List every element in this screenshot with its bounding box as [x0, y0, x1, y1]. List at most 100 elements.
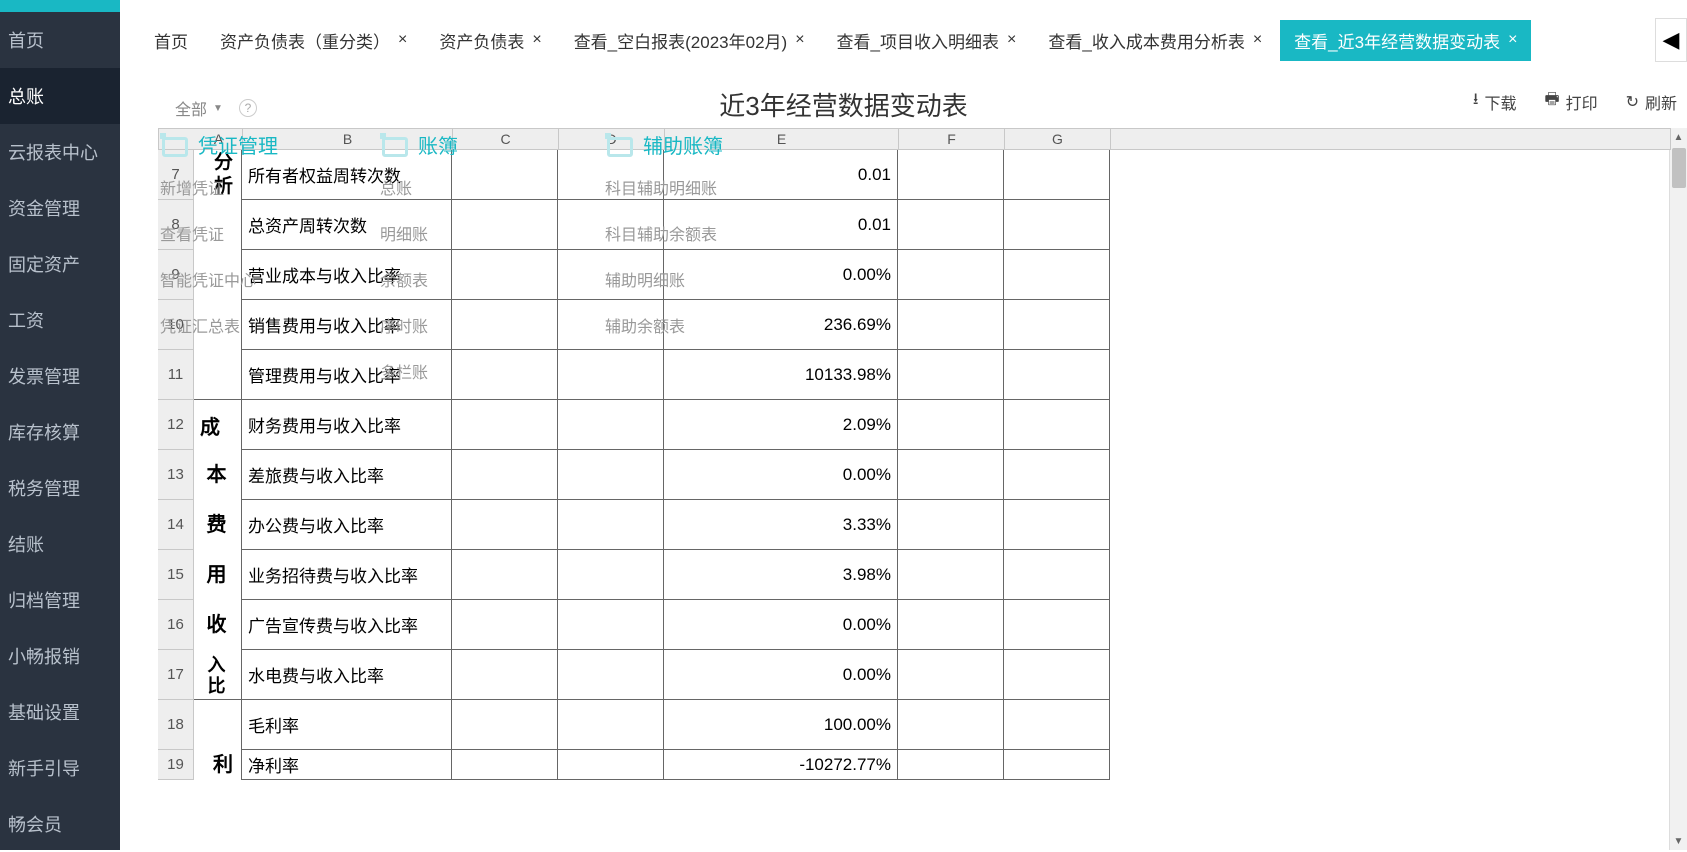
cell[interactable]: 业务招待费与收入比率 [242, 550, 452, 600]
sidebar-item[interactable]: 资金管理 [0, 180, 120, 236]
cell[interactable] [1004, 450, 1110, 500]
cell[interactable] [898, 250, 1004, 300]
refresh-button[interactable]: ↻刷新 [1626, 90, 1677, 114]
cell[interactable] [452, 700, 558, 750]
cell[interactable]: 入比 [194, 650, 242, 700]
overlay-link[interactable]: 科目辅助明细账 [605, 175, 723, 199]
row-header[interactable]: 18 [158, 700, 194, 750]
cell[interactable]: 本 [194, 450, 242, 500]
overlay-link[interactable]: 明细账 [380, 221, 458, 245]
cell[interactable]: 办公费与收入比率 [242, 500, 452, 550]
cell[interactable]: 3.33% [664, 500, 898, 550]
sidebar-item[interactable]: 新手引导 [0, 740, 120, 796]
tab[interactable]: 查看_空白报表(2023年02月)× [560, 20, 819, 61]
cell[interactable] [1004, 600, 1110, 650]
cell[interactable] [1004, 550, 1110, 600]
cell[interactable] [558, 550, 664, 600]
tab[interactable]: 首页 [140, 20, 202, 61]
cell[interactable] [1004, 700, 1110, 750]
scroll-up-icon[interactable]: ▲ [1670, 128, 1687, 146]
cell[interactable] [452, 750, 558, 780]
cell[interactable] [898, 200, 1004, 250]
col-header[interactable]: G [1005, 129, 1111, 149]
vertical-scrollbar[interactable]: ▲ ▼ [1669, 128, 1687, 850]
cell[interactable]: 100.00% [664, 700, 898, 750]
cell[interactable]: 收 [194, 600, 242, 650]
cell[interactable] [452, 650, 558, 700]
scroll-thumb[interactable] [1672, 148, 1686, 188]
print-button[interactable]: 🖶打印 [1544, 88, 1597, 115]
cell[interactable] [1004, 300, 1110, 350]
cell[interactable] [558, 600, 664, 650]
download-button[interactable]: ⭳下载 [1473, 88, 1517, 115]
sidebar-item[interactable]: 畅会员 [0, 796, 120, 852]
overlay-link[interactable]: 辅助余额表 [605, 313, 723, 337]
row-header[interactable]: 13 [158, 450, 194, 500]
close-icon[interactable]: × [1007, 31, 1016, 49]
cell[interactable] [1004, 500, 1110, 550]
cell[interactable]: 水电费与收入比率 [242, 650, 452, 700]
row-header[interactable]: 19 [158, 750, 194, 780]
cell[interactable] [898, 700, 1004, 750]
tab-scroll-left[interactable]: ◀ [1655, 18, 1687, 62]
tab[interactable]: 查看_近3年经营数据变动表× [1280, 20, 1531, 61]
cell[interactable] [452, 500, 558, 550]
cell[interactable]: 用 [194, 550, 242, 600]
tab[interactable]: 查看_收入成本费用分析表× [1034, 20, 1276, 61]
cell[interactable] [558, 650, 664, 700]
overlay-link[interactable]: 智能凭证中心 [160, 267, 278, 291]
cell[interactable]: 毛利率 [242, 700, 452, 750]
cell[interactable]: 费 [194, 500, 242, 550]
cell[interactable]: 差旅费与收入比率 [242, 450, 452, 500]
cell[interactable]: 0.00% [664, 600, 898, 650]
close-icon[interactable]: × [398, 31, 407, 49]
cell[interactable]: 财务费用与收入比率 [242, 400, 452, 450]
sidebar-item[interactable]: 固定资产 [0, 236, 120, 292]
cell[interactable]: 净利率 [242, 750, 452, 780]
row-header[interactable]: 16 [158, 600, 194, 650]
cell[interactable] [898, 400, 1004, 450]
close-icon[interactable]: × [1508, 31, 1517, 49]
cell[interactable] [898, 450, 1004, 500]
close-icon[interactable]: × [532, 31, 541, 49]
cell[interactable] [898, 300, 1004, 350]
cell[interactable] [452, 600, 558, 650]
cell[interactable]: 3.98% [664, 550, 898, 600]
cell[interactable] [898, 600, 1004, 650]
cell[interactable] [1004, 350, 1110, 400]
overlay-link[interactable]: 新增凭证 [160, 175, 278, 199]
cell[interactable] [558, 450, 664, 500]
overlay-link[interactable]: 余额表 [380, 267, 458, 291]
cell[interactable] [1004, 200, 1110, 250]
row-header[interactable]: 15 [158, 550, 194, 600]
cell[interactable] [452, 400, 558, 450]
sidebar-item[interactable]: 归档管理 [0, 572, 120, 628]
cell[interactable] [898, 550, 1004, 600]
cell[interactable] [558, 700, 664, 750]
overlay-link[interactable]: 查看凭证 [160, 221, 278, 245]
cell[interactable]: 0.00% [664, 650, 898, 700]
sidebar-item[interactable]: 结账 [0, 516, 120, 572]
sidebar-item[interactable]: 发票管理 [0, 348, 120, 404]
overlay-link[interactable]: 凭证汇总表 [160, 313, 278, 337]
cell[interactable] [898, 350, 1004, 400]
cell[interactable]: 0.00% [664, 450, 898, 500]
col-header[interactable]: F [899, 129, 1005, 149]
cell[interactable] [1004, 150, 1110, 200]
overlay-link[interactable]: 序时账 [380, 313, 458, 337]
cell[interactable] [1004, 400, 1110, 450]
overlay-link[interactable]: 总账 [380, 175, 458, 199]
sidebar-item[interactable]: 税务管理 [0, 460, 120, 516]
cell[interactable]: 广告宣传费与收入比率 [242, 600, 452, 650]
cell[interactable] [452, 550, 558, 600]
sidebar-item[interactable]: 基础设置 [0, 684, 120, 740]
sidebar-item[interactable]: 小畅报销 [0, 628, 120, 684]
cell[interactable] [898, 750, 1004, 780]
scroll-down-icon[interactable]: ▼ [1670, 832, 1687, 850]
help-icon[interactable]: ? [239, 99, 257, 117]
cell[interactable] [558, 500, 664, 550]
cell[interactable]: 2.09% [664, 400, 898, 450]
sidebar-item[interactable]: 首页 [0, 12, 120, 68]
cell[interactable] [194, 700, 242, 750]
sidebar-item[interactable]: 库存核算 [0, 404, 120, 460]
